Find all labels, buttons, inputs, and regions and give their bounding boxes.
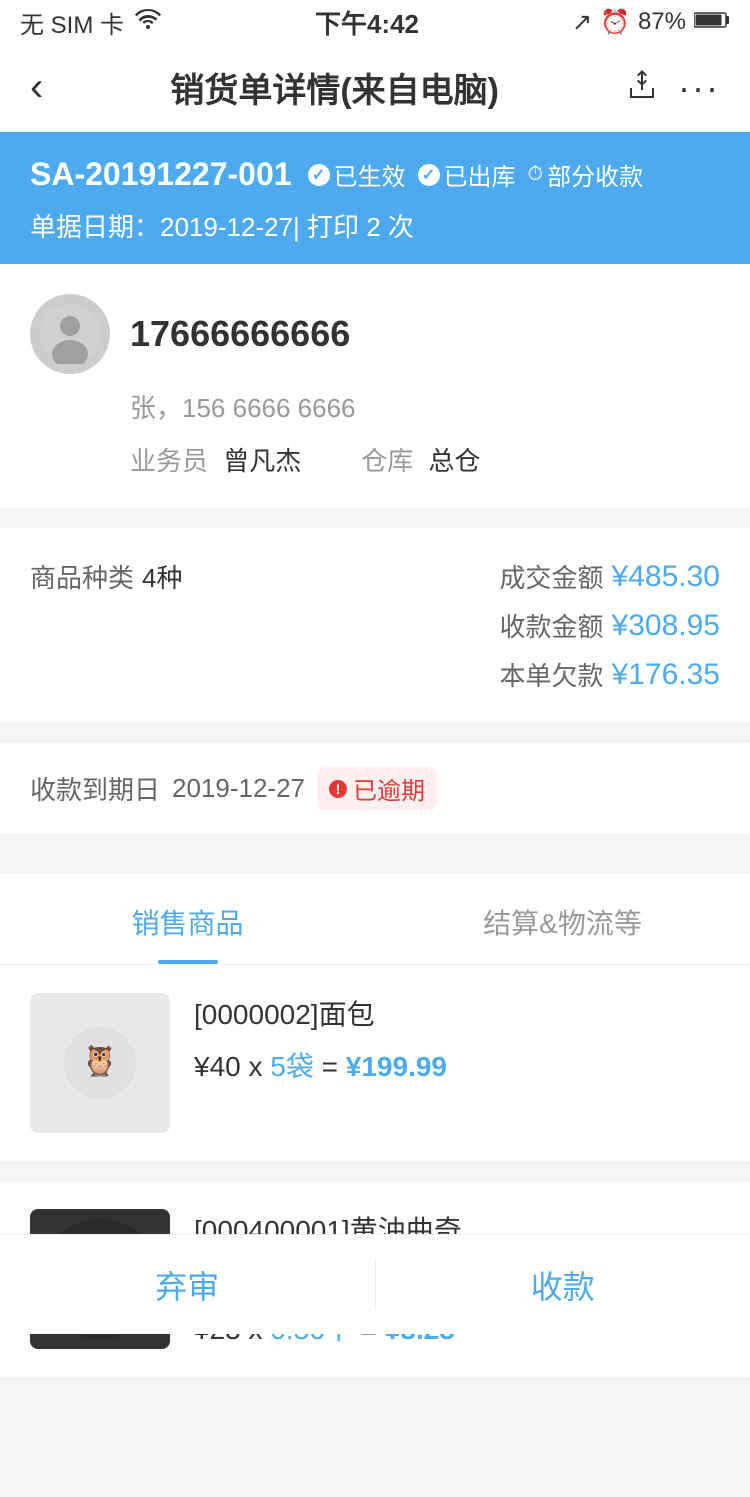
debt-value: ¥176.35	[612, 658, 720, 692]
order-header: SA-20191227-001 ✓ 已生效 ✓ 已出库 ⏱ 部分收款 单据日期：…	[0, 132, 750, 264]
status-partial-payment: ⏱ 部分收款	[528, 157, 644, 192]
summary-left: 商品种类 4种	[30, 558, 182, 693]
battery-text: 87%	[638, 8, 686, 36]
collected-label: 收款金额	[500, 607, 604, 644]
product-thumb-1: 🦉	[30, 993, 170, 1133]
cancel-label: 弃审	[155, 1269, 219, 1305]
overdue-badge: ! 已逾期	[317, 767, 437, 810]
collected-item: 收款金额 ¥308.95	[500, 607, 720, 644]
status-right: ↗ ⏰ 87%	[572, 8, 730, 37]
due-label: 收款到期日	[30, 770, 160, 807]
warehouse-label: 仓库	[361, 446, 413, 476]
wifi-icon	[134, 8, 162, 36]
summary-section: 商品种类 4种 成交金额 ¥485.30 收款金额 ¥308.95 本单欠款 ¥…	[0, 528, 750, 723]
product-info-1: [0000002]面包 ¥40 x 5袋 = ¥199.99	[194, 993, 720, 1085]
bottom-bar: 弃审 收款	[0, 1234, 750, 1334]
product-base-price-1: ¥40 x	[194, 1051, 270, 1082]
check-icon-2: ✓	[418, 164, 440, 186]
status-time: 下午4:42	[315, 4, 419, 41]
product-name-1: [0000002]面包	[194, 993, 720, 1033]
product-price-row-1: ¥40 x 5袋 = ¥199.99	[194, 1045, 720, 1085]
status-bar: 无 SIM 卡 下午4:42 ↗ ⏰ 87%	[0, 0, 750, 44]
order-date-value: 2019-12-27	[160, 212, 293, 242]
product-types-label: 商品种类	[30, 558, 134, 595]
warehouse-value: 总仓	[429, 446, 481, 476]
customer-row: 17666666666	[30, 294, 720, 374]
due-section: 收款到期日 2019-12-27 ! 已逾期	[0, 743, 750, 834]
clock-icon: ⏱	[528, 163, 544, 186]
status-tags: ✓ 已生效 ✓ 已出库 ⏱ 部分收款	[308, 157, 644, 192]
product-item-1: 🦉 [0000002]面包 ¥40 x 5袋 = ¥199.99	[0, 965, 750, 1161]
debt-item: 本单欠款 ¥176.35	[500, 656, 720, 693]
customer-id: 17666666666	[130, 313, 350, 355]
status-partial-label: 部分收款	[547, 157, 643, 192]
status-effective: ✓ 已生效	[308, 157, 406, 192]
check-icon-1: ✓	[308, 164, 330, 186]
order-date-label: 单据日期：	[30, 212, 160, 242]
order-print-info: | 打印 2 次	[293, 212, 414, 242]
more-icon[interactable]: ···	[678, 67, 720, 109]
tab-sales-products-label: 销售商品	[131, 908, 243, 939]
tab-settlement[interactable]: 结算&物流等	[375, 874, 750, 964]
product-total-1: ¥199.99	[346, 1051, 447, 1082]
product-title-1: 面包	[319, 999, 375, 1030]
confirm-label: 收款	[531, 1269, 595, 1305]
tab-sales-products[interactable]: 销售商品	[0, 874, 375, 964]
order-date-row: 单据日期：2019-12-27| 打印 2 次	[30, 207, 720, 244]
status-effective-label: 已生效	[334, 157, 406, 192]
customer-section: 17666666666 张，156 6666 6666 业务员 曾凡杰 仓库 总…	[0, 264, 750, 508]
summary-right: 成交金额 ¥485.30 收款金额 ¥308.95 本单欠款 ¥176.35	[500, 558, 720, 693]
product-equals-1: =	[314, 1051, 346, 1082]
product-types-value: 4种	[142, 558, 182, 595]
overdue-text: 已逾期	[353, 771, 425, 806]
back-button[interactable]: ‹	[30, 65, 43, 110]
bottom-spacer	[0, 1397, 750, 1497]
customer-meta: 业务员 曾凡杰 仓库 总仓	[30, 441, 720, 478]
product-code-1: [0000002]	[194, 999, 319, 1030]
amount-item: 成交金额 ¥485.30	[500, 558, 720, 595]
alarm-icon: ⏰	[600, 8, 630, 37]
svg-text:🦉: 🦉	[81, 1044, 118, 1078]
salesperson-value: 曾凡杰	[223, 446, 301, 476]
cancel-button[interactable]: 弃审	[0, 1262, 375, 1308]
warehouse-info: 仓库 总仓	[361, 441, 480, 478]
debt-label: 本单欠款	[500, 656, 604, 693]
order-id-row: SA-20191227-001 ✓ 已生效 ✓ 已出库 ⏱ 部分收款	[30, 156, 720, 193]
overdue-dot-icon: !	[329, 780, 347, 798]
summary-grid: 商品种类 4种 成交金额 ¥485.30 收款金额 ¥308.95 本单欠款 ¥…	[30, 558, 720, 693]
amount-value: ¥485.30	[612, 560, 720, 594]
due-date: 2019-12-27	[172, 773, 305, 804]
collected-value: ¥308.95	[612, 609, 720, 643]
sim-status: 无 SIM 卡	[20, 5, 124, 40]
tabs-container: 销售商品 结算&物流等	[0, 874, 750, 965]
page-title: 销货单详情(来自电脑)	[170, 63, 499, 112]
salesperson-info: 业务员 曾凡杰	[130, 441, 301, 478]
location-icon: ↗	[572, 8, 592, 37]
status-shipped-label: 已出库	[444, 157, 516, 192]
salesperson-label: 业务员	[130, 446, 208, 476]
status-left: 无 SIM 卡	[20, 5, 162, 40]
nav-bar: ‹ 销货单详情(来自电脑) ···	[0, 44, 750, 132]
status-shipped: ✓ 已出库	[418, 157, 516, 192]
confirm-button[interactable]: 收款	[376, 1262, 750, 1308]
product-types-item: 商品种类 4种	[30, 558, 182, 595]
battery-icon	[694, 8, 730, 36]
nav-actions: ···	[626, 67, 720, 109]
avatar	[30, 294, 110, 374]
product-qty-1: 5袋	[270, 1051, 314, 1082]
separator-1	[0, 834, 750, 854]
share-icon[interactable]	[626, 68, 658, 108]
order-id: SA-20191227-001	[30, 156, 292, 193]
customer-sub: 张，156 6666 6666	[30, 388, 720, 425]
amount-label: 成交金额	[500, 558, 604, 595]
tab-settlement-label: 结算&物流等	[483, 908, 642, 939]
